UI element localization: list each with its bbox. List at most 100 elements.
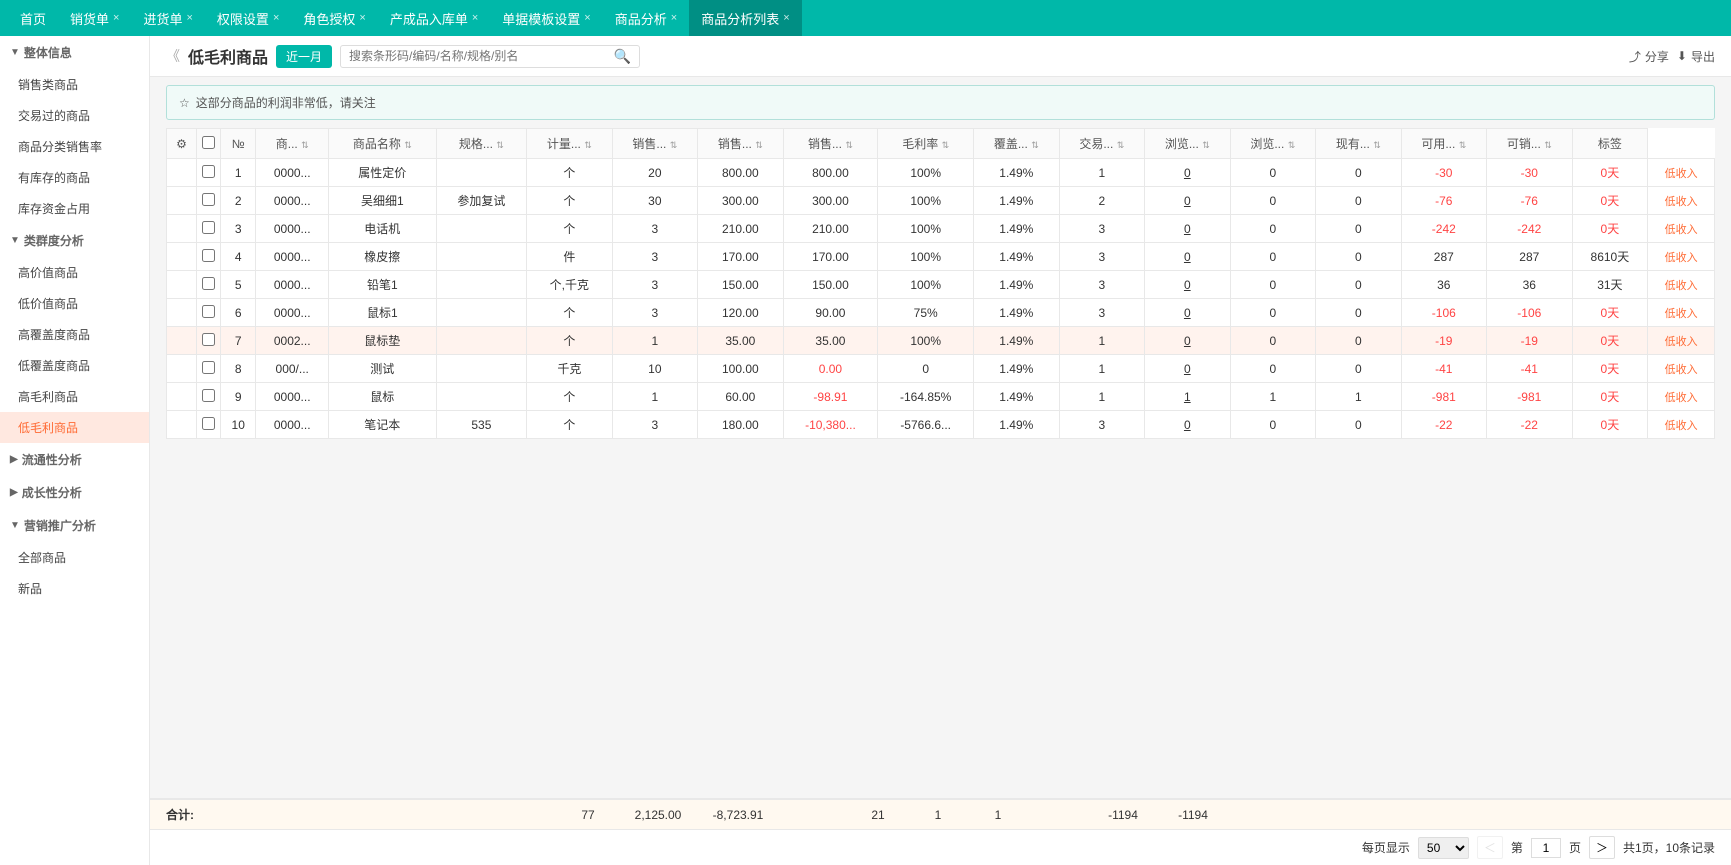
th-browse2[interactable]: 浏览... ⇅ bbox=[1230, 129, 1316, 159]
search-icon[interactable]: 🔍 bbox=[614, 48, 631, 65]
cell-trade[interactable]: 1 bbox=[1145, 383, 1231, 411]
sidebar-item-new-products[interactable]: 新品 bbox=[0, 573, 149, 604]
cell-unit: 个 bbox=[527, 159, 613, 187]
nav-close-sales[interactable]: × bbox=[113, 12, 119, 24]
row-checkbox[interactable] bbox=[202, 277, 215, 290]
share-button[interactable]: ⤴ 分享 bbox=[1629, 48, 1669, 65]
cell-checkbox[interactable] bbox=[197, 327, 221, 355]
cell-checkbox[interactable] bbox=[197, 299, 221, 327]
period-button[interactable]: 近一月 bbox=[276, 45, 332, 68]
cell-checkbox[interactable] bbox=[197, 187, 221, 215]
th-unit[interactable]: 计量... ⇅ bbox=[527, 129, 613, 159]
th-qty[interactable]: 销售... ⇅ bbox=[612, 129, 698, 159]
sidebar-item-low-margin[interactable]: 低毛利商品 bbox=[0, 412, 149, 443]
th-browse1[interactable]: 浏览... ⇅ bbox=[1145, 129, 1231, 159]
nav-home[interactable]: 首页 bbox=[8, 0, 58, 36]
th-gross[interactable]: 毛利率 ⇅ bbox=[878, 129, 974, 159]
sidebar-item-high-margin[interactable]: 高毛利商品 bbox=[0, 381, 149, 412]
sidebar-item-low-value[interactable]: 低价值商品 bbox=[0, 288, 149, 319]
sidebar-item-high-coverage[interactable]: 高覆盖度商品 bbox=[0, 319, 149, 350]
select-all-checkbox[interactable] bbox=[202, 136, 215, 149]
th-code[interactable]: 商... ⇅ bbox=[256, 129, 328, 159]
sidebar-item-high-value[interactable]: 高价值商品 bbox=[0, 257, 149, 288]
cell-trade[interactable]: 0 bbox=[1145, 187, 1231, 215]
cell-stock-now: -30 bbox=[1401, 159, 1487, 187]
search-input[interactable] bbox=[349, 49, 614, 63]
sidebar-item-sales-products[interactable]: 销售类商品 bbox=[0, 69, 149, 100]
cell-trade[interactable]: 0 bbox=[1145, 355, 1231, 383]
prev-page-button[interactable]: ＜ bbox=[1477, 836, 1503, 859]
cell-settings bbox=[167, 271, 197, 299]
nav-close-template[interactable]: × bbox=[584, 12, 590, 24]
sidebar-item-low-coverage[interactable]: 低覆盖度商品 bbox=[0, 350, 149, 381]
sidebar-collapse-button[interactable]: 《 bbox=[166, 46, 180, 66]
row-checkbox[interactable] bbox=[202, 193, 215, 206]
page-input[interactable] bbox=[1531, 838, 1561, 858]
cell-checkbox[interactable] bbox=[197, 159, 221, 187]
nav-template[interactable]: 单据模板设置 × bbox=[490, 0, 602, 36]
nav-close-stock[interactable]: × bbox=[472, 12, 478, 24]
th-coverage[interactable]: 覆盖... ⇅ bbox=[974, 129, 1060, 159]
nav-purchase[interactable]: 进货单 × bbox=[131, 0, 204, 36]
th-stock-avail[interactable]: 可用... ⇅ bbox=[1401, 129, 1487, 159]
sidebar-group-cluster[interactable]: ▼ 类群度分析 bbox=[0, 224, 149, 257]
sidebar-item-capital[interactable]: 库存资金占用 bbox=[0, 193, 149, 224]
th-checkbox[interactable] bbox=[197, 129, 221, 159]
nav-stock-in[interactable]: 产成品入库单 × bbox=[378, 0, 490, 36]
cell-checkbox[interactable] bbox=[197, 215, 221, 243]
sidebar-group-liquidity[interactable]: ▶ 流通性分析 bbox=[0, 443, 149, 476]
row-checkbox[interactable] bbox=[202, 361, 215, 374]
th-settings[interactable]: ⚙ bbox=[167, 129, 197, 159]
sidebar-item-traded[interactable]: 交易过的商品 bbox=[0, 100, 149, 131]
nav-close-analysis-list[interactable]: × bbox=[783, 12, 789, 24]
cell-trade[interactable]: 0 bbox=[1145, 243, 1231, 271]
nav-permission[interactable]: 权限设置 × bbox=[205, 0, 291, 36]
cell-trade[interactable]: 0 bbox=[1145, 159, 1231, 187]
cell-trade[interactable]: 0 bbox=[1145, 215, 1231, 243]
th-stock-sale[interactable]: 可销... ⇅ bbox=[1487, 129, 1573, 159]
cell-checkbox[interactable] bbox=[197, 271, 221, 299]
sidebar-group-overall[interactable]: ▼ 整体信息 bbox=[0, 36, 149, 69]
row-checkbox[interactable] bbox=[202, 417, 215, 430]
sort-icon-sale-price: ⇅ bbox=[755, 140, 763, 150]
nav-close-role[interactable]: × bbox=[359, 12, 365, 24]
cell-trade[interactable]: 0 bbox=[1145, 411, 1231, 439]
cell-checkbox[interactable] bbox=[197, 243, 221, 271]
cell-checkbox[interactable] bbox=[197, 383, 221, 411]
row-checkbox[interactable] bbox=[202, 221, 215, 234]
cell-trade[interactable]: 0 bbox=[1145, 271, 1231, 299]
th-spec[interactable]: 规格... ⇅ bbox=[436, 129, 526, 159]
sidebar-item-category-rate[interactable]: 商品分类销售率 bbox=[0, 131, 149, 162]
row-checkbox[interactable] bbox=[202, 333, 215, 346]
nav-close-purchase[interactable]: × bbox=[186, 12, 192, 24]
cell-gross: 100% bbox=[878, 327, 974, 355]
export-button[interactable]: ⬇ 导出 bbox=[1677, 48, 1715, 65]
sidebar-group-growth[interactable]: ▶ 成长性分析 bbox=[0, 476, 149, 509]
next-page-button[interactable]: ＞ bbox=[1589, 836, 1615, 859]
th-sale-price[interactable]: 销售... ⇅ bbox=[698, 129, 784, 159]
sidebar-item-all-products[interactable]: 全部商品 bbox=[0, 542, 149, 573]
cell-sale-price: 60.00 bbox=[698, 383, 784, 411]
row-checkbox[interactable] bbox=[202, 389, 215, 402]
th-name[interactable]: 商品名称 ⇅ bbox=[328, 129, 436, 159]
row-checkbox[interactable] bbox=[202, 165, 215, 178]
th-stock-now[interactable]: 现有... ⇅ bbox=[1316, 129, 1402, 159]
nav-role[interactable]: 角色授权 × bbox=[291, 0, 377, 36]
th-sale-amount[interactable]: 销售... ⇅ bbox=[783, 129, 878, 159]
nav-close-permission[interactable]: × bbox=[273, 12, 279, 24]
th-trade[interactable]: 交易... ⇅ bbox=[1059, 129, 1145, 159]
sidebar-group-marketing[interactable]: ▼ 营销推广分析 bbox=[0, 509, 149, 542]
cell-checkbox[interactable] bbox=[197, 411, 221, 439]
nav-product-analysis[interactable]: 商品分析 × bbox=[603, 0, 689, 36]
sidebar-item-in-stock[interactable]: 有库存的商品 bbox=[0, 162, 149, 193]
nav-product-analysis-list[interactable]: 商品分析列表 × bbox=[689, 0, 801, 36]
cell-stock-avail: -41 bbox=[1487, 355, 1573, 383]
row-checkbox[interactable] bbox=[202, 305, 215, 318]
row-checkbox[interactable] bbox=[202, 249, 215, 262]
cell-checkbox[interactable] bbox=[197, 355, 221, 383]
nav-close-analysis[interactable]: × bbox=[671, 12, 677, 24]
cell-trade[interactable]: 0 bbox=[1145, 299, 1231, 327]
per-page-select[interactable]: 50 100 200 bbox=[1418, 837, 1469, 859]
cell-trade[interactable]: 0 bbox=[1145, 327, 1231, 355]
nav-sales[interactable]: 销货单 × bbox=[58, 0, 131, 36]
